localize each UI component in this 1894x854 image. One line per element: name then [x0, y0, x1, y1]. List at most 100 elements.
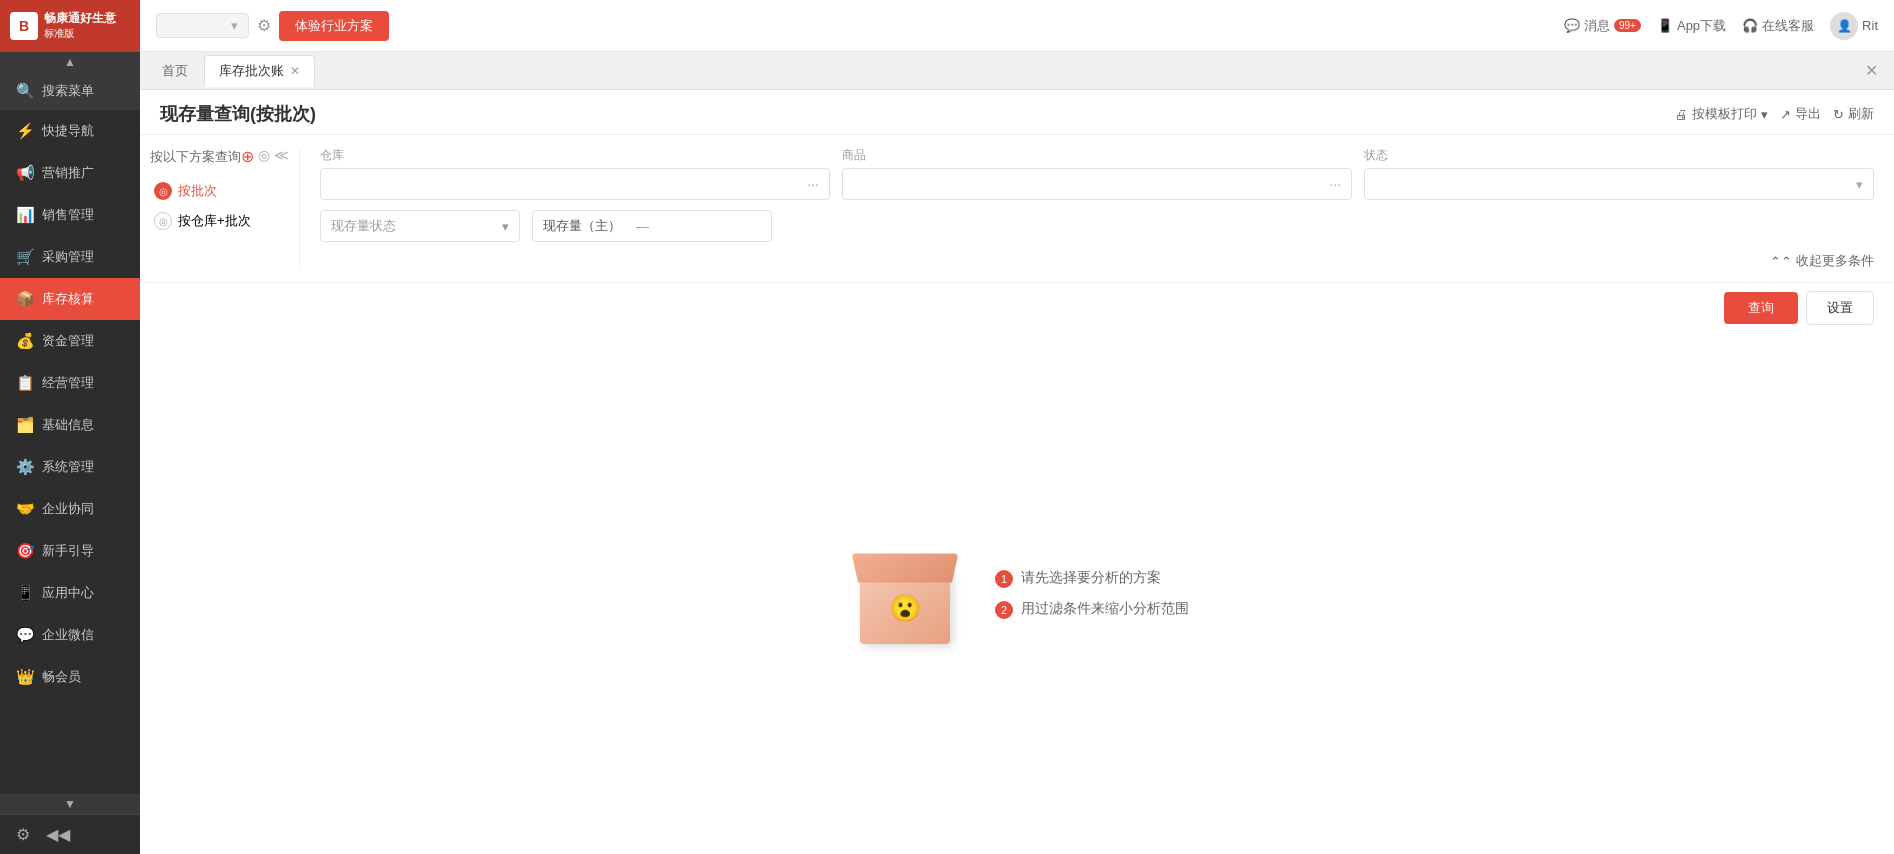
- sidebar-item-enterprise[interactable]: 🤝 企业协同: [0, 488, 140, 530]
- tip-1-text: 请先选择要分析的方案: [1021, 569, 1161, 587]
- empty-illustration: 😮: [845, 534, 965, 654]
- print-dropdown-icon: ▾: [1761, 107, 1768, 122]
- inventory-status-chevron: ▾: [502, 219, 509, 234]
- sidebar-item-label: 快捷导航: [42, 122, 94, 140]
- tab-inventory-batch[interactable]: 库存批次账 ✕: [204, 55, 315, 87]
- sidebar-item-marketing[interactable]: 📢 营销推广: [0, 152, 140, 194]
- user-profile-btn[interactable]: 👤 Rit: [1830, 12, 1878, 40]
- sidebar-bottom: ⚙ ◀◀: [0, 814, 140, 854]
- marketing-icon: 📢: [16, 164, 34, 182]
- purchase-icon: 🛒: [16, 248, 34, 266]
- settings-icon[interactable]: ⚙: [16, 825, 30, 844]
- sidebar-item-label: 销售管理: [42, 206, 94, 224]
- sidebar-edition: 标准版: [44, 27, 116, 41]
- sidebar-item-label: 企业协同: [42, 500, 94, 518]
- collapse-sidebar-icon[interactable]: ◀◀: [46, 825, 70, 844]
- export-icon: ↗: [1780, 107, 1791, 122]
- scheme-by-warehouse-batch-label: 按仓库+批次: [178, 212, 251, 230]
- collapse-more-btn[interactable]: ⌃⌃ 收起更多条件: [1770, 252, 1874, 270]
- sidebar-item-quick-nav[interactable]: ⚡ 快捷导航: [0, 110, 140, 152]
- product-label: 商品: [842, 147, 1352, 164]
- sidebar-item-label: 应用中心: [42, 584, 94, 602]
- tab-inventory-batch-label: 库存批次账: [219, 62, 284, 80]
- tab-home[interactable]: 首页: [148, 56, 202, 86]
- sidebar-item-basic[interactable]: 🗂️ 基础信息: [0, 404, 140, 446]
- warehouse-label: 仓库: [320, 147, 830, 164]
- sidebar-item-purchase[interactable]: 🛒 采购管理: [0, 236, 140, 278]
- tab-close-icon[interactable]: ✕: [290, 64, 300, 78]
- chevron-up-icon: ⌃⌃: [1770, 254, 1792, 269]
- app-download-btn[interactable]: 📱 App下载: [1657, 17, 1726, 35]
- scheme-collapse-btn[interactable]: ≪: [274, 147, 289, 166]
- sidebar-item-member[interactable]: 👑 畅会员: [0, 656, 140, 698]
- sidebar-item-label: 企业微信: [42, 626, 94, 644]
- scheme-add-btn[interactable]: ⊕: [241, 147, 254, 166]
- inventory-status-select[interactable]: 现存量状态 ▾: [320, 210, 520, 242]
- tabbar: 首页 库存批次账 ✕ ✕: [140, 52, 1894, 90]
- export-label: 导出: [1795, 105, 1821, 123]
- sidebar-item-label: 系统管理: [42, 458, 94, 476]
- page-header: 现存量查询(按批次) 🖨 按模板打印 ▾ ↗ 导出 ↻ 刷新: [140, 90, 1894, 135]
- scheme-item-by-warehouse-batch[interactable]: ◎ 按仓库+批次: [150, 206, 289, 236]
- newbie-icon: 🎯: [16, 542, 34, 560]
- sidebar-item-newbie[interactable]: 🎯 新手引导: [0, 530, 140, 572]
- quantity-separator: —: [631, 214, 654, 239]
- online-service-btn[interactable]: 🎧 在线客服: [1742, 17, 1814, 35]
- system-icon: ⚙️: [16, 458, 34, 476]
- warehouse-input[interactable]: ···: [320, 168, 830, 200]
- lightning-icon: ⚡: [16, 122, 34, 140]
- status-dropdown[interactable]: ▾: [1364, 168, 1874, 200]
- content-area: 现存量查询(按批次) 🖨 按模板打印 ▾ ↗ 导出 ↻ 刷新: [140, 90, 1894, 854]
- sidebar-item-inventory[interactable]: 📦 库存核算: [0, 278, 140, 320]
- warehouse-more-icon[interactable]: ···: [807, 176, 819, 192]
- sales-icon: 📊: [16, 206, 34, 224]
- sidebar-scroll-up[interactable]: ▲: [0, 52, 140, 72]
- sidebar-item-system[interactable]: ⚙️ 系统管理: [0, 446, 140, 488]
- trial-industry-btn[interactable]: 体验行业方案: [279, 11, 389, 41]
- messages-label: 消息: [1584, 17, 1610, 35]
- workspace-dropdown[interactable]: ▾: [156, 13, 249, 38]
- refresh-btn[interactable]: ↻ 刷新: [1833, 105, 1874, 123]
- query-btn[interactable]: 查询: [1724, 292, 1798, 324]
- settings-btn[interactable]: 设置: [1806, 291, 1874, 325]
- message-icon: 💬: [1564, 18, 1580, 33]
- status-field: 状态 ▾: [1364, 147, 1874, 200]
- enterprise-icon: 🤝: [16, 500, 34, 518]
- sidebar-item-label: 营销推广: [42, 164, 94, 182]
- tab-home-label: 首页: [162, 62, 188, 80]
- sidebar-item-app[interactable]: 📱 应用中心: [0, 572, 140, 614]
- refresh-icon: ↻: [1833, 107, 1844, 122]
- username-label: Rit: [1862, 18, 1878, 33]
- scheme-by-batch-label: 按批次: [178, 182, 217, 200]
- member-icon: 👑: [16, 668, 34, 686]
- chevron-down-icon: ▾: [231, 18, 238, 33]
- filter-row-1: 仓库 ··· 商品 ··· 状态: [320, 147, 1874, 200]
- scheme-secondary-icon: ◎: [154, 212, 172, 230]
- topbar-gear-icon[interactable]: ⚙: [257, 16, 271, 35]
- product-input[interactable]: ···: [842, 168, 1352, 200]
- sidebar-item-wechat[interactable]: 💬 企业微信: [0, 614, 140, 656]
- quantity-label: 现存量（主）: [533, 212, 631, 240]
- sidebar-scroll-down[interactable]: ▼: [0, 794, 140, 814]
- product-more-icon[interactable]: ···: [1329, 176, 1341, 192]
- scheme-settings-btn[interactable]: ◎: [258, 147, 270, 166]
- export-btn[interactable]: ↗ 导出: [1780, 105, 1821, 123]
- print-template-btn[interactable]: 🖨 按模板打印 ▾: [1675, 105, 1768, 123]
- sidebar-header: B 畅康通好生意 标准版: [0, 0, 140, 52]
- main-area: ▾ ⚙ 体验行业方案 💬 消息 99+ 📱 App下载 🎧 在线客服 👤 Rit: [140, 0, 1894, 854]
- operation-icon: 📋: [16, 374, 34, 392]
- sidebar-item-label: 库存核算: [42, 290, 94, 308]
- sidebar-item-search[interactable]: 🔍 搜索菜单: [0, 72, 140, 110]
- sidebar-item-finance[interactable]: 💰 资金管理: [0, 320, 140, 362]
- filter-right: 仓库 ··· 商品 ··· 状态: [300, 147, 1894, 270]
- scheme-item-by-batch[interactable]: ◎ 按批次: [150, 176, 289, 206]
- sidebar-nav: 🔍 搜索菜单 ⚡ 快捷导航 📢 营销推广 📊 销售管理 🛒 采购管理 📦 库存核…: [0, 72, 140, 794]
- app-icon: 📱: [16, 584, 34, 602]
- sidebar-item-label: 搜索菜单: [42, 82, 94, 100]
- messages-btn[interactable]: 💬 消息 99+: [1564, 17, 1641, 35]
- empty-tips: 1 请先选择要分析的方案 2 用过滤条件来缩小分析范围: [995, 569, 1189, 619]
- sidebar-item-operation[interactable]: 📋 经营管理: [0, 362, 140, 404]
- topbar-right: 💬 消息 99+ 📱 App下载 🎧 在线客服 👤 Rit: [1564, 12, 1878, 40]
- main-close-btn[interactable]: ✕: [1857, 57, 1886, 84]
- sidebar-item-sales[interactable]: 📊 销售管理: [0, 194, 140, 236]
